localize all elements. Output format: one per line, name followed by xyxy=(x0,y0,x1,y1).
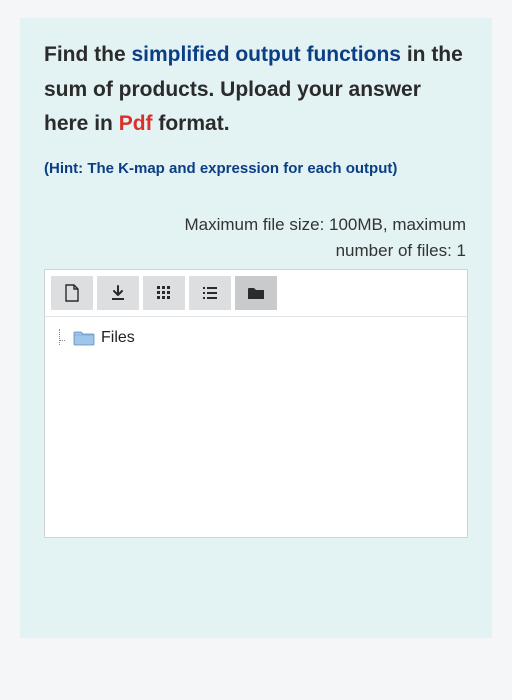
tree-connector-icon xyxy=(57,329,67,347)
grid-view-button[interactable] xyxy=(143,276,185,310)
limits-line-1: Maximum file size: 100MB, maximum xyxy=(184,215,466,234)
folder-icon xyxy=(73,329,95,347)
upload-toolbar xyxy=(45,270,467,317)
download-icon xyxy=(110,284,126,302)
tree-root-row[interactable]: Files xyxy=(53,327,459,349)
hint-text: (Hint: The K-map and expression for each… xyxy=(44,156,468,182)
question-prompt: Find the simplified output functions in … xyxy=(44,38,468,142)
new-file-button[interactable] xyxy=(51,276,93,310)
upload-limits: Maximum file size: 100MB, maximum number… xyxy=(44,212,468,263)
new-file-icon xyxy=(64,284,80,302)
question-card: Find the simplified output functions in … xyxy=(20,18,492,638)
tree-root-label: Files xyxy=(101,329,135,347)
file-tree-area[interactable]: Files xyxy=(45,317,467,537)
limits-line-2: number of files: 1 xyxy=(336,241,466,260)
list-icon xyxy=(202,285,218,301)
prompt-highlight-blue: simplified output functions xyxy=(132,43,401,66)
file-upload-box: Files xyxy=(44,269,468,538)
folder-view-button[interactable] xyxy=(235,276,277,310)
grid-icon xyxy=(156,285,172,301)
folder-solid-icon xyxy=(247,286,265,300)
prompt-highlight-red: Pdf xyxy=(119,112,153,135)
page-wrap: Find the simplified output functions in … xyxy=(0,0,512,656)
prompt-text-3: format. xyxy=(153,112,230,135)
download-button[interactable] xyxy=(97,276,139,310)
prompt-text-1: Find the xyxy=(44,43,132,66)
list-view-button[interactable] xyxy=(189,276,231,310)
